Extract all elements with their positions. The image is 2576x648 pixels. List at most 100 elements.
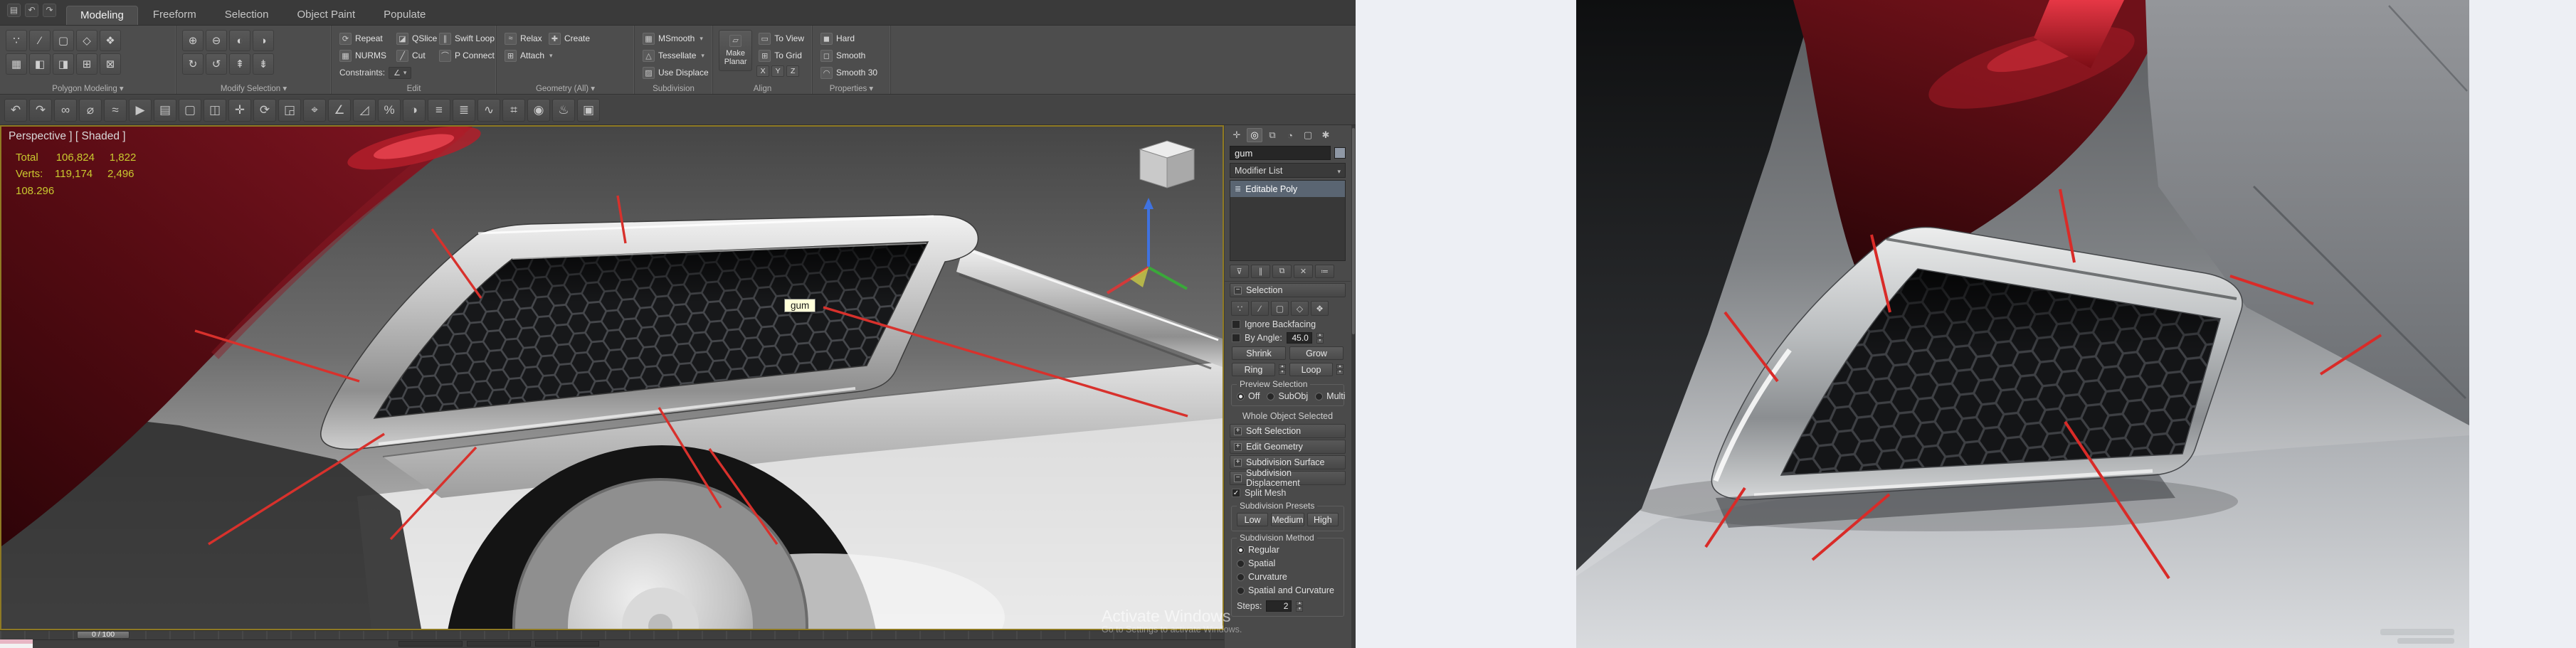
to-grid-button[interactable]: ⊞ To Grid <box>756 47 806 64</box>
vertex-mode-icon[interactable]: ∵ <box>6 30 27 51</box>
make-planar-button[interactable]: ▱ Make Planar <box>719 30 753 71</box>
stack-item-editable-poly[interactable]: ≣ Editable Poly <box>1230 181 1345 197</box>
percent-snap-icon[interactable]: % <box>378 98 401 122</box>
ribbon-button[interactable]: ▨ Use Displace <box>640 64 709 81</box>
section-label[interactable]: Align <box>713 85 812 93</box>
constraints-dropdown[interactable]: ∠ <box>389 66 412 79</box>
grid-on-icon[interactable]: ⊞ <box>76 53 97 75</box>
align-icon[interactable]: ≡ <box>428 98 450 122</box>
coordinate-y-field[interactable] <box>467 641 531 647</box>
ribbon-tab[interactable]: Object Paint <box>283 6 369 25</box>
ribbon-button[interactable]: ⟳ Repeat <box>337 30 394 47</box>
method-radio[interactable]: Spatial and Curvature <box>1237 585 1339 595</box>
polygon-mode-icon[interactable]: ◇ <box>76 30 97 51</box>
render-frame-icon[interactable]: ▣ <box>577 98 600 122</box>
ribbon-tab[interactable]: Freeform <box>139 6 210 25</box>
select-by-name-icon[interactable]: ▤ <box>154 98 176 122</box>
ignore-backfacing-checkbox[interactable] <box>1232 320 1240 329</box>
vertex-icon[interactable]: ∵ <box>1231 301 1249 316</box>
to-view-button[interactable]: ▭ To View <box>756 30 806 47</box>
perspective-viewport[interactable]: Perspective ] [ Shaded ] Total 106,824 1… <box>0 125 1224 630</box>
section-label[interactable]: Modify Selection ▾ <box>176 83 331 93</box>
select-object-icon[interactable]: ▶ <box>129 98 152 122</box>
grid-off-icon[interactable]: ⊠ <box>100 53 121 75</box>
polygon-icon[interactable]: ◇ <box>1291 301 1309 316</box>
preset-button[interactable]: High <box>1307 513 1339 526</box>
edge-mode-icon[interactable]: ∕ <box>29 30 51 51</box>
viewcube[interactable] <box>1139 140 1195 188</box>
select-scale-icon[interactable]: ◲ <box>278 98 301 122</box>
border-mode-icon[interactable]: ▢ <box>53 30 74 51</box>
ribbon-button[interactable]: ▦ NURMS <box>337 47 394 64</box>
by-angle-spinner[interactable]: ▴ ▾ <box>1316 332 1324 344</box>
ring-grow-icon[interactable]: ⇟ <box>253 53 274 75</box>
render-setup-icon[interactable]: ♨ <box>552 98 575 122</box>
section-label[interactable]: Edit <box>332 85 496 93</box>
ribbon-button[interactable]: ✚ Create <box>547 30 598 47</box>
similar-selection-icon[interactable]: ↺ <box>206 53 227 75</box>
axis-button[interactable]: Y <box>771 65 785 77</box>
app-menu-icon[interactable]: ▤ <box>7 3 21 17</box>
undo-icon[interactable]: ↶ <box>25 3 38 17</box>
rect-selection-icon[interactable]: ▢ <box>179 98 201 122</box>
outline-selection-icon[interactable]: ↻ <box>182 53 204 75</box>
loop-selection-icon[interactable]: ◐ <box>229 30 250 51</box>
show-end-result-icon[interactable]: ∥ <box>1251 265 1270 278</box>
method-radio[interactable]: Regular <box>1237 545 1339 555</box>
split-mesh-checkbox[interactable] <box>1232 489 1240 497</box>
display-tab-icon[interactable]: ▢ <box>1300 128 1316 142</box>
viewport-label[interactable]: Perspective ] [ Shaded ] <box>9 130 126 143</box>
element-icon[interactable]: ❖ <box>1311 301 1329 316</box>
motion-tab-icon[interactable]: ◔ <box>1282 128 1298 142</box>
modifier-list-dropdown[interactable]: Modifier List <box>1230 163 1346 178</box>
preset-button[interactable]: Medium <box>1271 513 1304 526</box>
ribbon-tab[interactable]: Selection <box>211 6 283 25</box>
rollout-bar[interactable]: + Edit Geometry <box>1230 440 1346 454</box>
ring-selection-icon[interactable]: ◑ <box>253 30 274 51</box>
layer-manager-icon[interactable]: ≣ <box>453 98 475 122</box>
undo-icon[interactable]: ↶ <box>4 98 27 122</box>
ribbon-button[interactable]: ≈ Relax <box>502 30 547 47</box>
ribbon-button[interactable]: ∥ Swift Loop <box>437 30 498 47</box>
make-unique-icon[interactable]: ⧉ <box>1272 265 1292 278</box>
coordinate-x-field[interactable] <box>398 641 463 647</box>
axis-button[interactable]: X <box>756 65 770 77</box>
method-radio[interactable]: Curvature <box>1237 572 1339 582</box>
collapse-icon[interactable]: ▦ <box>6 53 27 75</box>
section-label[interactable]: Properties ▾ <box>813 83 890 93</box>
attach-button[interactable]: ⊞ Attach <box>502 47 628 64</box>
pin-stack-icon[interactable]: ⊽ <box>1230 265 1249 278</box>
steps-spinner[interactable]: ▴ ▾ <box>1296 600 1304 612</box>
ring-button[interactable]: Ring <box>1232 363 1275 376</box>
shaded-faces-icon[interactable]: ◧ <box>29 53 51 75</box>
select-rotate-icon[interactable]: ⟳ <box>253 98 276 122</box>
angle-snap-icon[interactable]: ◿ <box>353 98 376 122</box>
maxscript-mini-listener-white[interactable] <box>0 644 33 648</box>
object-name-field[interactable]: gum <box>1230 146 1331 160</box>
by-angle-checkbox[interactable] <box>1232 334 1240 342</box>
modify-tab-icon[interactable]: ◎ <box>1247 128 1262 142</box>
unlink-icon[interactable]: ⌀ <box>79 98 102 122</box>
curve-editor-icon[interactable]: ∿ <box>477 98 500 122</box>
ribbon-tab[interactable]: Modeling <box>66 6 138 25</box>
configure-modifier-icon[interactable]: ≔ <box>1315 265 1334 278</box>
crossing-selection-icon[interactable]: ◫ <box>204 98 226 122</box>
loop-grow-icon[interactable]: ⇞ <box>229 53 250 75</box>
remove-modifier-icon[interactable]: ✕ <box>1294 265 1313 278</box>
viewport-3d-scene[interactable] <box>1 127 1223 629</box>
loop-button[interactable]: Loop <box>1289 363 1333 376</box>
axis-button[interactable]: Z <box>786 65 800 77</box>
preview-radio[interactable]: Multi <box>1315 391 1346 401</box>
shrink-selection-icon[interactable]: ⊖ <box>206 30 227 51</box>
utilities-tab-icon[interactable]: ✱ <box>1318 128 1334 142</box>
time-slider-track[interactable] <box>0 630 1224 639</box>
material-editor-icon[interactable]: ◉ <box>527 98 550 122</box>
object-color-swatch[interactable] <box>1334 147 1346 159</box>
preview-radio[interactable]: Off <box>1237 391 1260 401</box>
bind-space-warp-icon[interactable]: ≈ <box>104 98 127 122</box>
rollout-selection[interactable]: − Selection <box>1230 283 1346 297</box>
ring-spinner[interactable]: ▴ ▾ <box>1279 364 1286 375</box>
preset-button[interactable]: Low <box>1237 513 1269 526</box>
element-mode-icon[interactable]: ❖ <box>100 30 121 51</box>
coordinate-z-field[interactable] <box>535 641 599 647</box>
